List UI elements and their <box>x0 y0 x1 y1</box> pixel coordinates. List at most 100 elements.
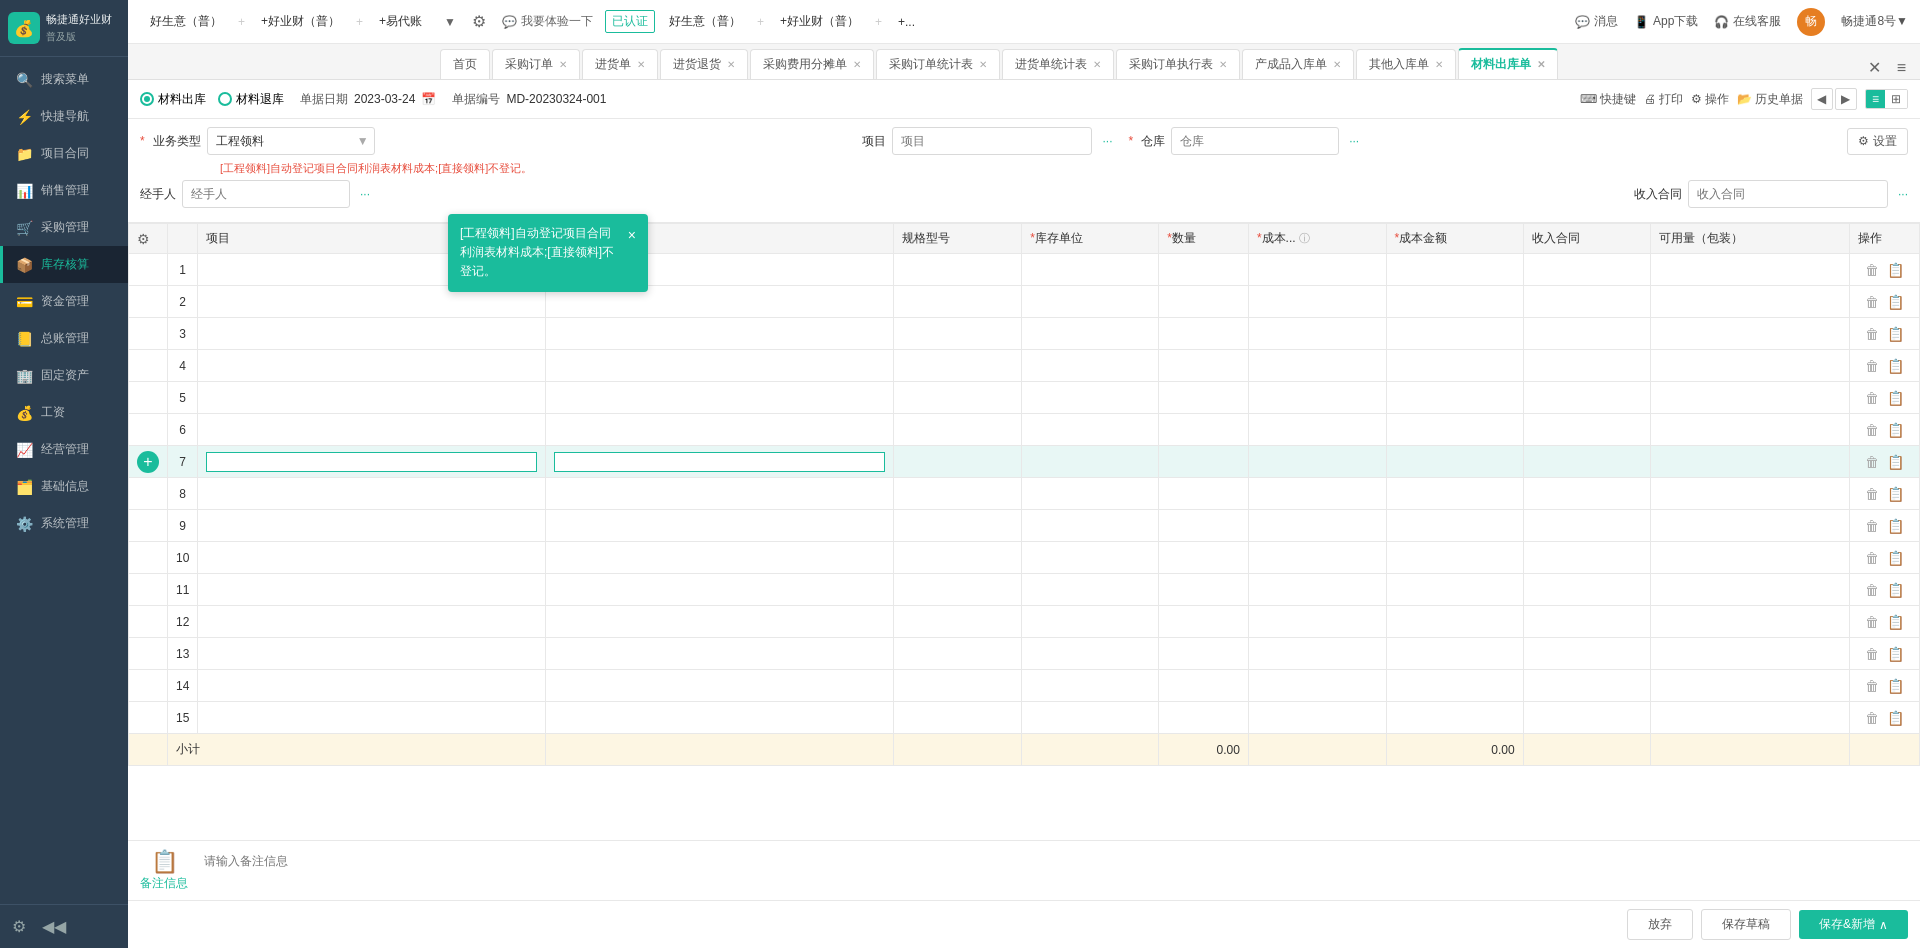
copy-icon-6[interactable]: 📋 <box>1887 422 1904 438</box>
row-available-4[interactable] <box>1651 350 1850 382</box>
row-available-2[interactable] <box>1651 286 1850 318</box>
table-row[interactable]: 4 🗑 📋 <box>129 350 1920 382</box>
table-row[interactable]: 14 🗑 📋 <box>129 670 1920 702</box>
row-spec-14[interactable] <box>894 670 1022 702</box>
row-cost-6[interactable] <box>1248 414 1386 446</box>
row-material-12[interactable] <box>546 606 894 638</box>
row-qty-7[interactable] <box>1159 446 1249 478</box>
sidebar-item-sales[interactable]: 📊 销售管理 <box>0 172 128 209</box>
row-cost-13[interactable] <box>1248 638 1386 670</box>
delete-icon-1[interactable]: 🗑 <box>1865 262 1879 278</box>
row-cost-11[interactable] <box>1248 574 1386 606</box>
settings-bottom-icon[interactable]: ⚙ <box>12 917 26 936</box>
tab-0[interactable]: 首页 <box>440 49 490 79</box>
row-project-15[interactable] <box>198 702 546 734</box>
row-income-2[interactable] <box>1523 286 1651 318</box>
tab-6[interactable]: 进货单统计表✕ <box>1002 49 1114 79</box>
table-row[interactable]: 2 🗑 📋 <box>129 286 1920 318</box>
row-available-12[interactable] <box>1651 606 1850 638</box>
row-available-13[interactable] <box>1651 638 1850 670</box>
row-income-5[interactable] <box>1523 382 1651 414</box>
topbar-goodfinance2[interactable]: +好业财（普） <box>770 9 869 34</box>
discard-button[interactable]: 放弃 <box>1627 909 1693 940</box>
row-qty-14[interactable] <box>1159 670 1249 702</box>
settings-button[interactable]: ⚙ 设置 <box>1847 128 1908 155</box>
delete-icon-9[interactable]: 🗑 <box>1865 518 1879 534</box>
row-unit-9[interactable] <box>1022 510 1159 542</box>
project-more-icon[interactable]: ··· <box>1102 134 1112 148</box>
row-unit-11[interactable] <box>1022 574 1159 606</box>
sidebar-item-inventory[interactable]: 📦 库存核算 <box>0 246 128 283</box>
row-income-15[interactable] <box>1523 702 1651 734</box>
delete-icon-14[interactable]: 🗑 <box>1865 678 1879 694</box>
row-spec-5[interactable] <box>894 382 1022 414</box>
row-unit-10[interactable] <box>1022 542 1159 574</box>
row-income-14[interactable] <box>1523 670 1651 702</box>
row-unit-2[interactable] <box>1022 286 1159 318</box>
row-qty-11[interactable] <box>1159 574 1249 606</box>
row-cost-9[interactable] <box>1248 510 1386 542</box>
table-row[interactable]: 5 🗑 📋 <box>129 382 1920 414</box>
topbar-goodfinance[interactable]: +好业财（普） <box>251 9 350 34</box>
row-cost-amount-9[interactable] <box>1386 510 1523 542</box>
sidebar-item-system[interactable]: ⚙️ 系统管理 <box>0 505 128 542</box>
copy-icon-4[interactable]: 📋 <box>1887 358 1904 374</box>
copy-icon-13[interactable]: 📋 <box>1887 646 1904 662</box>
row-unit-12[interactable] <box>1022 606 1159 638</box>
row-cost-15[interactable] <box>1248 702 1386 734</box>
topbar-more-arrow[interactable]: ▼ <box>436 11 464 33</box>
row-unit-14[interactable] <box>1022 670 1159 702</box>
table-row[interactable]: 11 🗑 📋 <box>129 574 1920 606</box>
tab-close-2[interactable]: ✕ <box>637 59 645 70</box>
table-row[interactable]: + 7 🗑 📋 <box>129 446 1920 478</box>
copy-icon-14[interactable]: 📋 <box>1887 678 1904 694</box>
row-available-5[interactable] <box>1651 382 1850 414</box>
topbar-app[interactable]: 📱 App下载 <box>1634 13 1698 30</box>
add-row-button[interactable]: + <box>137 451 159 473</box>
row-material-6[interactable] <box>546 414 894 446</box>
row-cost-8[interactable] <box>1248 478 1386 510</box>
row-material-14[interactable] <box>546 670 894 702</box>
radio-material-out[interactable]: 材料出库 <box>140 91 206 108</box>
row-spec-2[interactable] <box>894 286 1022 318</box>
row-project-11[interactable] <box>198 574 546 606</box>
table-row[interactable]: 3 🗑 📋 <box>129 318 1920 350</box>
draft-button[interactable]: 保存草稿 <box>1701 909 1791 940</box>
business-type-input[interactable] <box>207 127 375 155</box>
row-cost-7[interactable] <box>1248 446 1386 478</box>
row-qty-9[interactable] <box>1159 510 1249 542</box>
row-qty-10[interactable] <box>1159 542 1249 574</box>
row-unit-6[interactable] <box>1022 414 1159 446</box>
row-spec-13[interactable] <box>894 638 1022 670</box>
tab-5[interactable]: 采购订单统计表✕ <box>876 49 1000 79</box>
copy-icon-3[interactable]: 📋 <box>1887 326 1904 342</box>
row-project-14[interactable] <box>198 670 546 702</box>
tab-10[interactable]: 材料出库单✕ <box>1458 48 1558 79</box>
delete-icon-15[interactable]: 🗑 <box>1865 710 1879 726</box>
tab-close-all-icon[interactable]: ✕ <box>1862 56 1887 79</box>
sidebar-item-purchase[interactable]: 🛒 采购管理 <box>0 209 128 246</box>
tab-close-10[interactable]: ✕ <box>1537 59 1545 70</box>
copy-icon-12[interactable]: 📋 <box>1887 614 1904 630</box>
row-cost-amount-10[interactable] <box>1386 542 1523 574</box>
row-cost-amount-11[interactable] <box>1386 574 1523 606</box>
row-income-8[interactable] <box>1523 478 1651 510</box>
nav-next-btn[interactable]: ▶ <box>1835 88 1857 110</box>
row-material-3[interactable] <box>546 318 894 350</box>
row-available-14[interactable] <box>1651 670 1850 702</box>
tooltip-close-icon[interactable]: × <box>628 224 636 246</box>
row-material-9[interactable] <box>546 510 894 542</box>
calendar-icon[interactable]: 📅 <box>421 92 436 106</box>
row-available-9[interactable] <box>1651 510 1850 542</box>
row-qty-1[interactable] <box>1159 254 1249 286</box>
copy-icon-11[interactable]: 📋 <box>1887 582 1904 598</box>
row-available-7[interactable] <box>1651 446 1850 478</box>
table-row[interactable]: 12 🗑 📋 <box>129 606 1920 638</box>
row-project-7[interactable] <box>198 446 546 478</box>
delete-icon-7[interactable]: 🗑 <box>1865 454 1879 470</box>
notes-textarea[interactable] <box>200 849 1908 885</box>
row-qty-4[interactable] <box>1159 350 1249 382</box>
row-unit-15[interactable] <box>1022 702 1159 734</box>
tab-8[interactable]: 产成品入库单✕ <box>1242 49 1354 79</box>
row-income-1[interactable] <box>1523 254 1651 286</box>
